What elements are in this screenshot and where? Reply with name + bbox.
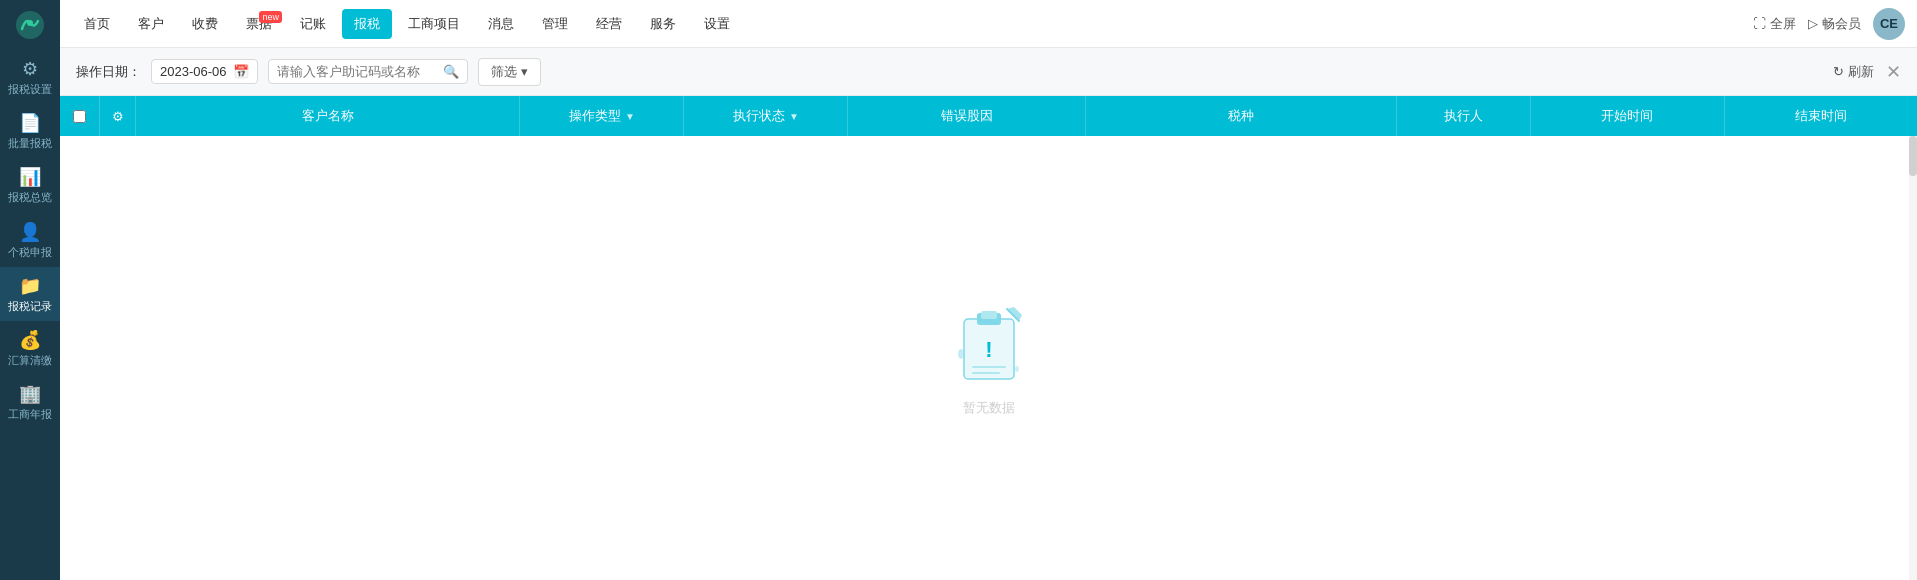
close-button[interactable]: ✕ bbox=[1886, 61, 1901, 83]
sidebar-item-settlement[interactable]: 💰 汇算清缴 bbox=[0, 321, 60, 375]
sidebar-item-personal-tax[interactable]: 👤 个税申报 bbox=[0, 213, 60, 267]
settlement-icon: 💰 bbox=[19, 329, 41, 351]
nav-item-service[interactable]: 服务 bbox=[638, 9, 688, 39]
tax-records-icon: 📁 bbox=[19, 275, 41, 297]
nav-item-message[interactable]: 消息 bbox=[476, 9, 526, 39]
th-op-type: 操作类型 ▼ bbox=[520, 96, 684, 136]
nav-item-management[interactable]: 管理 bbox=[530, 9, 580, 39]
status-sort-icon: ▼ bbox=[789, 111, 799, 122]
th-executor: 执行人 bbox=[1397, 96, 1532, 136]
gear-icon: ⚙ bbox=[112, 109, 124, 124]
refresh-icon: ↻ bbox=[1833, 64, 1844, 79]
fullscreen-button[interactable]: ⛶ 全屏 bbox=[1753, 15, 1796, 33]
nav-item-settings[interactable]: 设置 bbox=[692, 9, 742, 39]
op-type-sort-icon: ▼ bbox=[625, 111, 635, 122]
sidebar-item-tax-settings[interactable]: ⚙ 报税设置 bbox=[0, 50, 60, 104]
th-checkbox[interactable] bbox=[60, 96, 100, 136]
nav-item-invoice[interactable]: 票据 new bbox=[234, 9, 284, 39]
sidebar-item-personal-tax-label: 个税申报 bbox=[8, 246, 52, 259]
sidebar: ⚙ 报税设置 📄 批量报税 📊 报税总览 👤 个税申报 📁 报税记录 💰 汇算清… bbox=[0, 0, 60, 580]
vip-icon: ▷ bbox=[1808, 16, 1818, 31]
fullscreen-icon: ⛶ bbox=[1753, 16, 1766, 31]
batch-tax-icon: 📄 bbox=[19, 112, 41, 134]
nav-item-client[interactable]: 客户 bbox=[126, 9, 176, 39]
th-error: 错误股因 bbox=[848, 96, 1085, 136]
date-label: 操作日期： bbox=[76, 63, 141, 81]
tax-settings-icon: ⚙ bbox=[22, 58, 38, 80]
sidebar-item-tax-records-label: 报税记录 bbox=[8, 300, 52, 313]
nav-item-industrial[interactable]: 工商项目 bbox=[396, 9, 472, 39]
sidebar-item-tax-overview-label: 报税总览 bbox=[8, 191, 52, 204]
annual-report-icon: 🏢 bbox=[19, 383, 41, 405]
svg-rect-4 bbox=[981, 311, 997, 319]
select-all-checkbox[interactable] bbox=[73, 110, 86, 123]
svg-point-1 bbox=[27, 20, 33, 26]
th-tax: 税种 bbox=[1086, 96, 1397, 136]
table-container: ⚙ 客户名称 操作类型 ▼ 执行状态 ▼ 错误股因 税种 执行人 bbox=[60, 96, 1917, 580]
nav-item-tax[interactable]: 报税 bbox=[342, 9, 392, 39]
vip-button[interactable]: ▷ 畅会员 bbox=[1808, 15, 1861, 33]
svg-point-10 bbox=[958, 349, 964, 359]
empty-text: 暂无数据 bbox=[963, 399, 1015, 417]
main-content: 首页 客户 收费 票据 new 记账 报税 工商项目 消息 管理 经营 服务 设… bbox=[60, 0, 1917, 580]
date-picker[interactable]: 2023-06-06 📅 bbox=[151, 59, 258, 84]
nav-item-billing[interactable]: 收费 bbox=[180, 9, 230, 39]
sidebar-item-annual-report[interactable]: 🏢 工商年报 bbox=[0, 375, 60, 429]
nav-item-finance[interactable]: 经营 bbox=[584, 9, 634, 39]
search-box[interactable]: 🔍 bbox=[268, 59, 468, 84]
refresh-button[interactable]: ↻ 刷新 bbox=[1833, 63, 1874, 81]
calendar-icon: 📅 bbox=[233, 64, 249, 79]
table-body: ! 暂无数据 bbox=[60, 136, 1917, 580]
date-value: 2023-06-06 bbox=[160, 64, 227, 79]
refresh-label: 刷新 bbox=[1848, 63, 1874, 81]
search-input[interactable] bbox=[277, 64, 439, 79]
svg-text:!: ! bbox=[985, 337, 992, 362]
sidebar-logo bbox=[0, 0, 60, 50]
sidebar-item-tax-overview[interactable]: 📊 报税总览 bbox=[0, 158, 60, 212]
sidebar-item-tax-settings-label: 报税设置 bbox=[8, 83, 52, 96]
sidebar-item-annual-report-label: 工商年报 bbox=[8, 408, 52, 421]
scrollbar-thumb[interactable] bbox=[1909, 136, 1917, 176]
avatar[interactable]: CE bbox=[1873, 8, 1905, 40]
th-end: 结束时间 bbox=[1725, 96, 1917, 136]
new-badge: new bbox=[259, 11, 282, 23]
toolbar: 操作日期： 2023-06-06 📅 🔍 筛选 ▾ ↻ 刷新 ✕ bbox=[60, 48, 1917, 96]
svg-point-11 bbox=[1015, 366, 1019, 372]
sidebar-item-settlement-label: 汇算清缴 bbox=[8, 354, 52, 367]
top-nav: 首页 客户 收费 票据 new 记账 报税 工商项目 消息 管理 经营 服务 设… bbox=[60, 0, 1917, 48]
filter-button[interactable]: 筛选 ▾ bbox=[478, 58, 541, 86]
table-header: ⚙ 客户名称 操作类型 ▼ 执行状态 ▼ 错误股因 税种 执行人 bbox=[60, 96, 1917, 136]
toolbar-right: ↻ 刷新 ✕ bbox=[1833, 61, 1901, 83]
sidebar-item-batch-tax-label: 批量报税 bbox=[8, 137, 52, 150]
tax-overview-icon: 📊 bbox=[19, 166, 41, 188]
sidebar-item-tax-records[interactable]: 📁 报税记录 bbox=[0, 267, 60, 321]
nav-right: ⛶ 全屏 ▷ 畅会员 CE bbox=[1753, 8, 1905, 40]
sidebar-item-batch-tax[interactable]: 📄 批量报税 bbox=[0, 104, 60, 158]
chevron-down-icon: ▾ bbox=[521, 64, 528, 79]
scrollbar-track[interactable] bbox=[1909, 136, 1917, 580]
nav-item-home[interactable]: 首页 bbox=[72, 9, 122, 39]
th-gear[interactable]: ⚙ bbox=[100, 96, 136, 136]
nav-item-accounts[interactable]: 记账 bbox=[288, 9, 338, 39]
empty-illustration: ! bbox=[949, 299, 1029, 389]
th-start: 开始时间 bbox=[1531, 96, 1724, 136]
th-status: 执行状态 ▼ bbox=[684, 96, 848, 136]
personal-tax-icon: 👤 bbox=[19, 221, 41, 243]
th-name: 客户名称 bbox=[136, 96, 520, 136]
filter-label: 筛选 bbox=[491, 63, 517, 81]
search-icon: 🔍 bbox=[443, 64, 459, 79]
